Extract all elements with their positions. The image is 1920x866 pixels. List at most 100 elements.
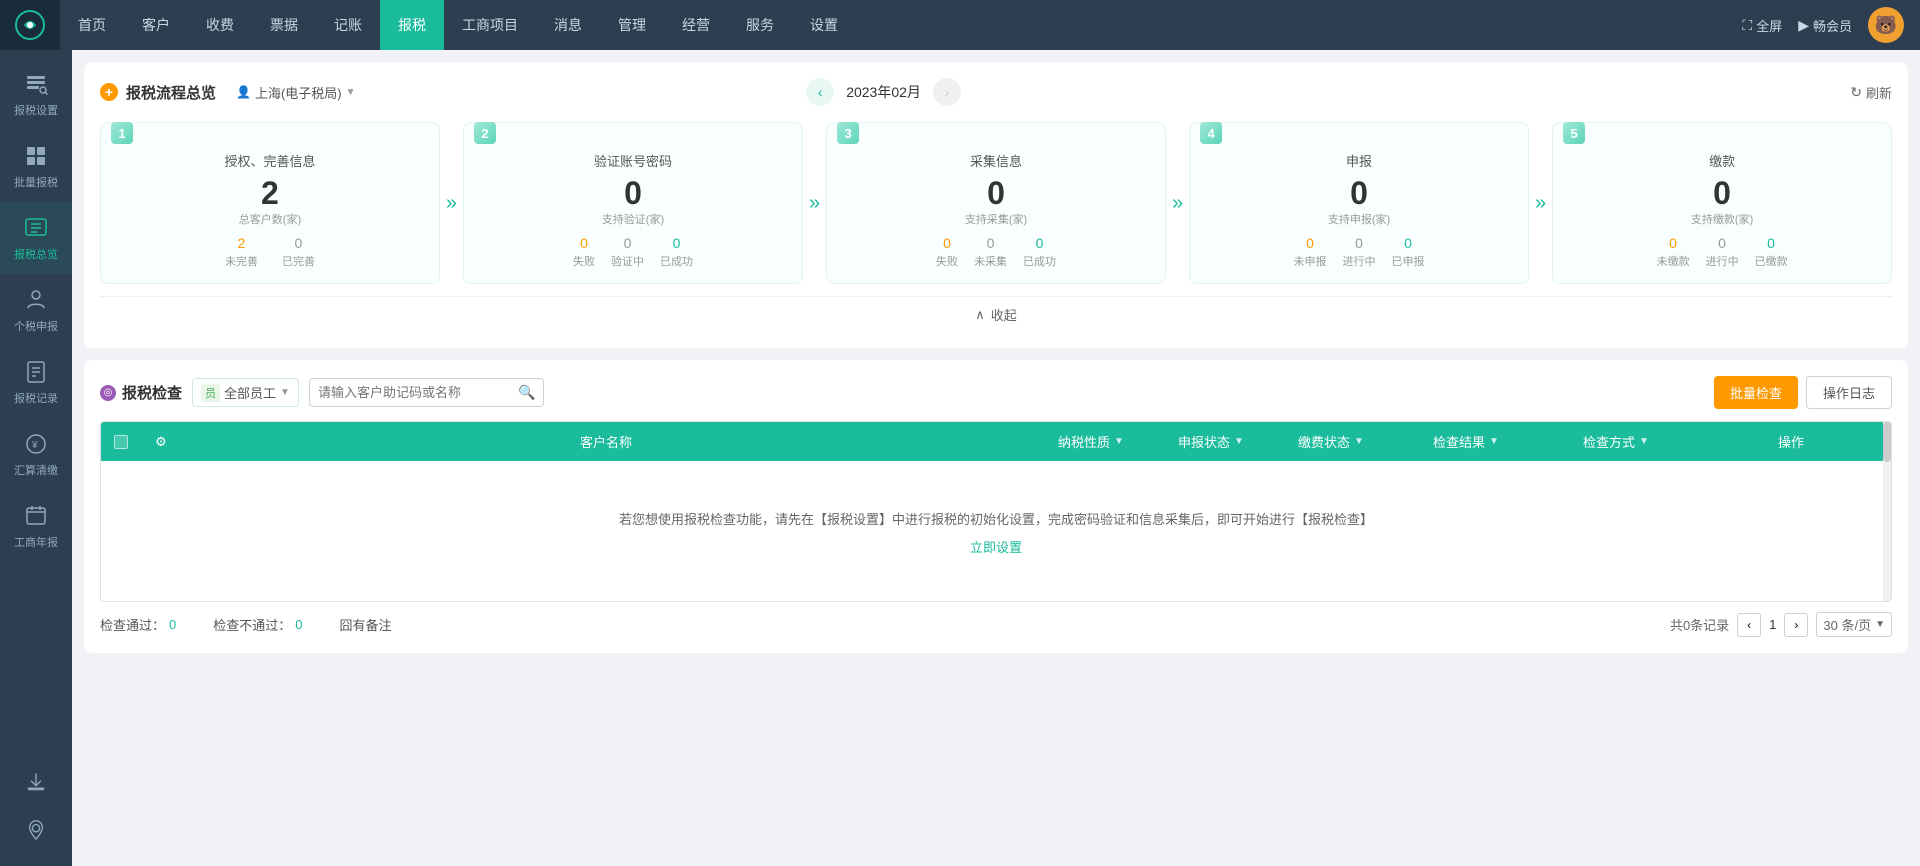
step-1-title: 授权、完善信息	[117, 151, 423, 170]
table-header: ⚙ 客户名称 纳税性质▼ 申报状态▼ 缴费状态▼ 检查结果▼	[101, 422, 1891, 461]
sidebar-bottom-location[interactable]	[16, 810, 56, 850]
step-3-card: 3 采集信息 0 支持采集(家) 0 失败 0 未采集	[826, 122, 1166, 284]
step-5-stat-1: 0 进行中	[1706, 235, 1739, 269]
check-pass-value[interactable]: 0	[169, 617, 176, 632]
chevron-down-icon: ▼	[346, 87, 356, 98]
sidebar-item-personal-filing[interactable]: 个税申报	[0, 274, 72, 346]
prev-date-btn[interactable]: ‹	[806, 78, 834, 106]
operation-log-btn[interactable]: 操作日志	[1806, 376, 1892, 409]
th-customer-name: 客户名称	[181, 422, 1031, 461]
step-4-stat-2: 0 已申报	[1392, 235, 1425, 269]
immediate-setup-link[interactable]: 立即设置	[970, 537, 1022, 556]
th-pay-status[interactable]: 缴费状态▼	[1271, 422, 1391, 461]
settlement-icon: ¥	[22, 430, 50, 458]
header-checkbox[interactable]	[114, 435, 128, 449]
per-page-chevron-icon: ▼	[1875, 619, 1885, 630]
th-check-method[interactable]: 检查方式▼	[1541, 422, 1691, 461]
step-3-label: 支持采集(家)	[843, 211, 1149, 227]
sidebar-item-batch-tax[interactable]: 批量报税	[0, 130, 72, 202]
staff-chevron-icon: ▼	[280, 387, 290, 398]
avatar[interactable]: 🐻	[1868, 7, 1904, 43]
th-checkbox	[101, 422, 141, 461]
location-tag[interactable]: 👤 上海(电子税局) ▼	[236, 83, 356, 102]
nav-item-operations[interactable]: 经营	[664, 0, 728, 50]
th-tax-nature[interactable]: 纳税性质▼	[1031, 422, 1151, 461]
collapse-btn[interactable]: ∧ 收起	[100, 297, 1892, 332]
location-icon: 👤	[236, 85, 251, 99]
arrow-1: »	[440, 122, 463, 284]
nav-items: 首页 客户 收费 票据 记账 报税 工商项目 消息 管理 经营 服务 设置	[60, 0, 1742, 50]
vip-btn[interactable]: ▶ 畅会员	[1798, 16, 1852, 35]
staff-badge: 员	[201, 384, 220, 402]
step-5-title: 缴款	[1569, 151, 1875, 170]
nav-item-manage[interactable]: 管理	[600, 0, 664, 50]
nav-item-service[interactable]: 服务	[728, 0, 792, 50]
step-4-stat-1: 0 进行中	[1343, 235, 1376, 269]
fullscreen-btn[interactable]: ⛶ 全屏	[1742, 16, 1782, 35]
sidebar-item-annual-report[interactable]: 工商年报	[0, 490, 72, 562]
filter-icon-4: ▼	[1489, 436, 1499, 447]
step-1-stat-1: 0 已完善	[282, 235, 315, 269]
batch-check-btn[interactable]: 批量检查	[1714, 376, 1798, 409]
search-button[interactable]: 🔍	[510, 379, 543, 406]
content: + 报税流程总览 👤 上海(电子税局) ▼ ‹ 2023年02月 › ↻	[72, 50, 1920, 866]
date-nav: ‹ 2023年02月 ›	[806, 78, 961, 106]
overview-title-area: + 报税流程总览	[100, 82, 216, 103]
table-wrapper: ⚙ 客户名称 纳税性质▼ 申报状态▼ 缴费状态▼ 检查结果▼	[100, 421, 1892, 602]
collapse-up-icon: ∧	[975, 307, 985, 323]
separator-1	[188, 615, 201, 634]
filter-icon-5: ▼	[1639, 436, 1649, 447]
filter-icon-3: ▼	[1354, 436, 1364, 447]
logo	[0, 0, 60, 50]
arrow-4: »	[1529, 122, 1552, 284]
step-4-stats: 0 未申报 0 进行中 0 已申报	[1206, 235, 1512, 269]
check-fail-value[interactable]: 0	[295, 617, 302, 632]
nav-item-settings[interactable]: 设置	[792, 0, 856, 50]
sidebar: 报税设置 批量报税 报税总览	[0, 50, 72, 866]
th-operation: 操作	[1691, 422, 1891, 461]
sidebar-item-settlement[interactable]: ¥ 汇算清缴	[0, 418, 72, 490]
step-1-label: 总客户数(家)	[117, 211, 423, 227]
staff-select[interactable]: 员 全部员工 ▼	[192, 378, 299, 407]
nav-item-customer[interactable]: 客户	[124, 0, 188, 50]
tax-settings-icon	[22, 70, 50, 98]
first-page-btn[interactable]: ‹	[1737, 613, 1761, 637]
step-4-stat-0: 0 未申报	[1294, 235, 1327, 269]
nav-item-message[interactable]: 消息	[536, 0, 600, 50]
overview-card: + 报税流程总览 👤 上海(电子税局) ▼ ‹ 2023年02月 › ↻	[84, 62, 1908, 348]
next-date-btn[interactable]: ›	[933, 78, 961, 106]
step-2-num: 2	[474, 122, 496, 144]
nav-item-tax[interactable]: 报税	[380, 0, 444, 50]
nav-item-business[interactable]: 工商项目	[444, 0, 536, 50]
tax-records-icon	[22, 358, 50, 386]
sidebar-bottom-download[interactable]	[16, 762, 56, 802]
next-page-btn[interactable]: ›	[1784, 613, 1808, 637]
step-5-stats: 0 未缴款 0 进行中 0 已缴款	[1569, 235, 1875, 269]
step-4-label: 支持申报(家)	[1206, 211, 1512, 227]
th-settings[interactable]: ⚙	[141, 422, 181, 461]
scrollbar-thumb[interactable]	[1883, 422, 1891, 462]
sidebar-item-tax-settings[interactable]: 报税设置	[0, 58, 72, 130]
th-check-result[interactable]: 检查结果▼	[1391, 422, 1541, 461]
sidebar-item-tax-overview[interactable]: 报税总览	[0, 202, 72, 274]
nav-item-invoice[interactable]: 票据	[252, 0, 316, 50]
arrow-2: »	[803, 122, 826, 284]
nav-item-fee[interactable]: 收费	[188, 0, 252, 50]
step-3-stats: 0 失败 0 未采集 0 已成功	[843, 235, 1149, 269]
current-page-num: 1	[1769, 617, 1776, 632]
step-3-num: 3	[837, 122, 859, 144]
th-declare-status[interactable]: 申报状态▼	[1151, 422, 1271, 461]
step-2-stat-1: 0 验证中	[611, 235, 644, 269]
sidebar-item-tax-records[interactable]: 报税记录	[0, 346, 72, 418]
fullscreen-icon: ⛶	[1742, 17, 1752, 34]
step-5-label: 支持缴款(家)	[1569, 211, 1875, 227]
per-page-select[interactable]: 30 条/页 ▼	[1816, 612, 1892, 637]
nav-item-home[interactable]: 首页	[60, 0, 124, 50]
refresh-btn[interactable]: ↻ 刷新	[1850, 83, 1892, 102]
step-4-title: 申报	[1206, 151, 1512, 170]
settings-icon: ⚙	[155, 434, 167, 450]
search-input[interactable]	[310, 380, 510, 405]
nav-item-accounting[interactable]: 记账	[316, 0, 380, 50]
scrollbar[interactable]	[1883, 422, 1891, 601]
check-title-area: ◎ 报税检查	[100, 382, 182, 403]
